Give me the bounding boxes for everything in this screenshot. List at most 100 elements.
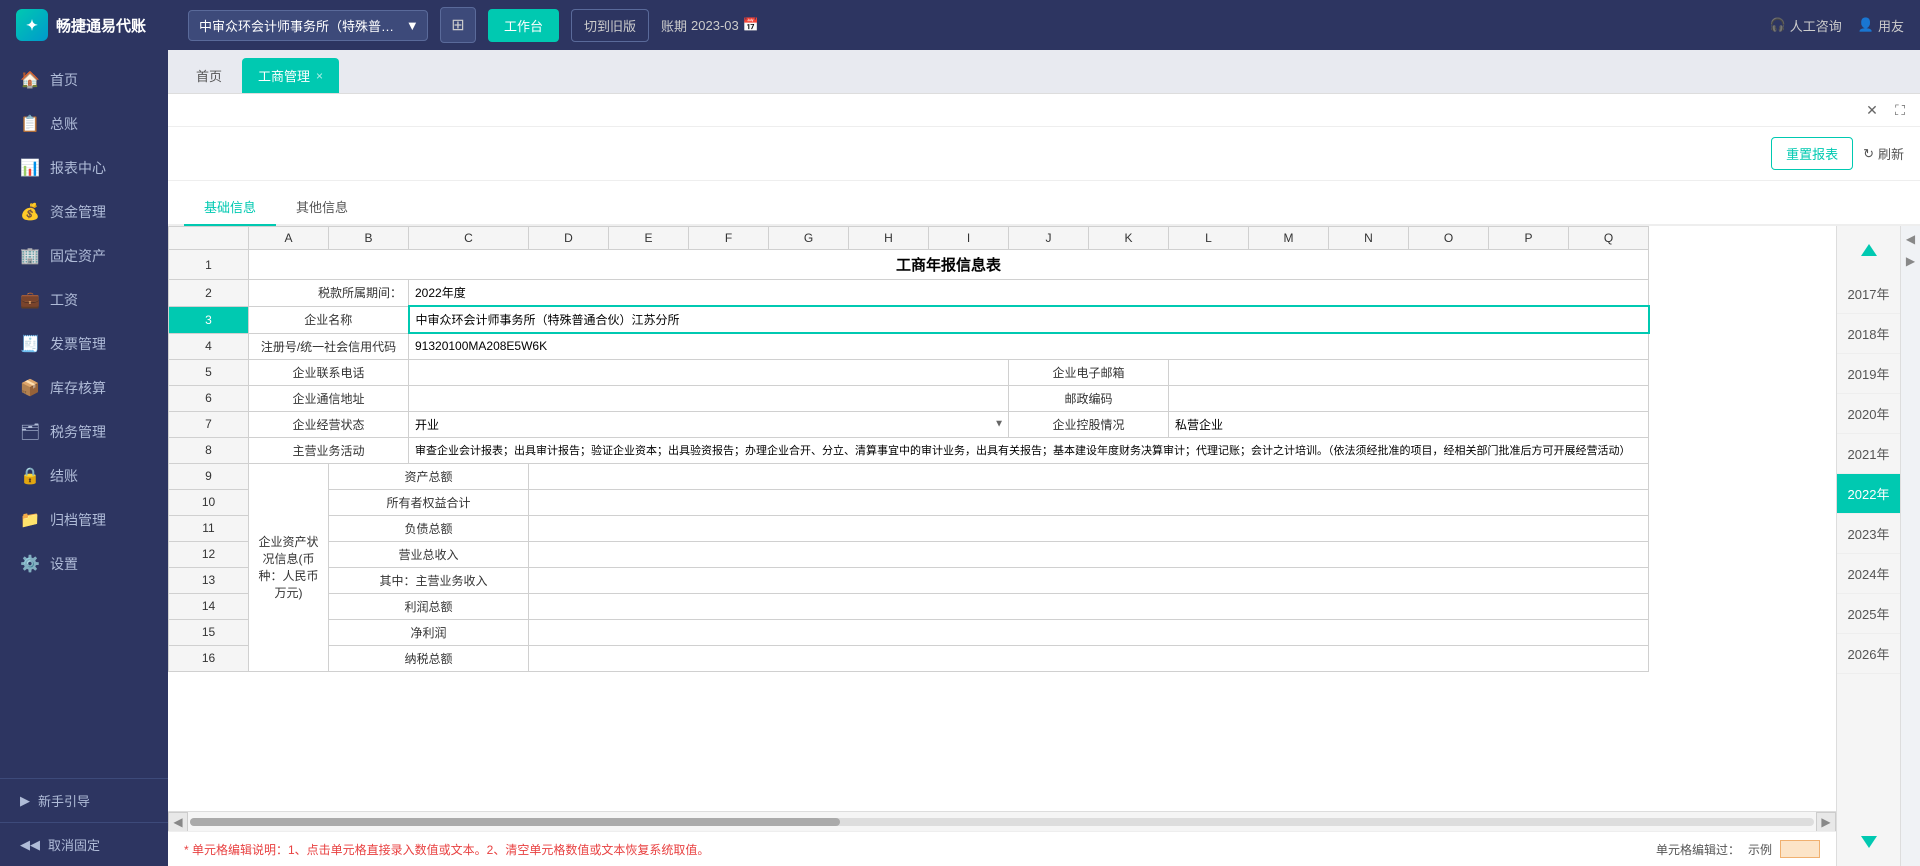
sidebar-item-label-inventory: 库存核算	[50, 378, 106, 398]
col-i: I	[929, 227, 1009, 250]
year-item-2025[interactable]: 2025年	[1837, 594, 1900, 634]
row-num-6: 6	[169, 385, 249, 411]
sidebar-item-salary[interactable]: 💼 工资	[0, 278, 168, 322]
total-liabilities-value[interactable]	[529, 515, 1649, 541]
year-scroll-up-button[interactable]	[1853, 234, 1885, 266]
asset-info-label: 企业资产状况信息(币种：人民币万元)	[249, 463, 329, 671]
email-value[interactable]	[1169, 359, 1649, 385]
scroll-left-button[interactable]: ◀	[168, 812, 188, 832]
invoice-icon: 🧾	[20, 334, 40, 354]
year-item-2020[interactable]: 2020年	[1837, 394, 1900, 434]
year-item-2021[interactable]: 2021年	[1837, 434, 1900, 474]
main-biz-value[interactable]: 审查企业会计报表；出具审计报告；验证企业资本；出具验资报告；办理企业合开、分立、…	[409, 437, 1649, 463]
year-item-2024[interactable]: 2024年	[1837, 554, 1900, 594]
address-value[interactable]	[409, 385, 1009, 411]
sidebar-item-finance[interactable]: 💰 资金管理	[0, 190, 168, 234]
sidebar-item-ledger[interactable]: 📋 总账	[0, 102, 168, 146]
year-item-2022[interactable]: 2022年	[1837, 474, 1900, 514]
sidebar-item-inventory[interactable]: 📦 库存核算	[0, 366, 168, 410]
user-menu[interactable]: 👤 用友	[1858, 16, 1904, 35]
scroll-track[interactable]	[190, 818, 1814, 826]
total-assets-value[interactable]	[529, 463, 1649, 489]
year-scroll-down-button[interactable]	[1853, 826, 1885, 858]
refresh-button[interactable]: ↻ 刷新	[1863, 144, 1904, 163]
reg-code-value[interactable]: 91320100MA208E5W6K	[409, 333, 1649, 359]
user-label: 用友	[1878, 16, 1904, 35]
sidebar-item-invoice[interactable]: 🧾 发票管理	[0, 322, 168, 366]
collapse-right-button[interactable]: ◀	[1902, 230, 1920, 248]
row-num-2: 2	[169, 280, 249, 307]
sidebar-item-settings[interactable]: ⚙️ 设置	[0, 542, 168, 586]
year-item-2018[interactable]: 2018年	[1837, 314, 1900, 354]
company-icon-button[interactable]: ⊞	[440, 7, 476, 43]
calendar-icon[interactable]: 📅	[743, 17, 759, 33]
sidebar-item-reports[interactable]: 📊 报表中心	[0, 146, 168, 190]
tab-other-info-label: 其他信息	[296, 200, 348, 215]
panel-expand-button[interactable]: ⛶	[1888, 98, 1912, 122]
total-tax-value[interactable]	[529, 645, 1649, 671]
row-num-15: 15	[169, 619, 249, 645]
reports-icon: 📊	[20, 158, 40, 178]
sidebar-item-label-archive: 归档管理	[50, 510, 106, 530]
tab-business[interactable]: 工商管理 ×	[242, 58, 339, 93]
col-q: Q	[1569, 227, 1649, 250]
holding-value[interactable]: 私营企业	[1169, 411, 1649, 437]
sidebar-item-home[interactable]: 🏠 首页	[0, 58, 168, 102]
period-value[interactable]: 2022年度	[409, 280, 1649, 307]
company-selector[interactable]: 中审众环会计师事务所（特殊普通合伙... ▼	[188, 10, 428, 41]
equity-value[interactable]	[529, 489, 1649, 515]
content-area: 首页 工商管理 × ✕ ⛶ 重置报表 ↻ 刷新	[168, 50, 1920, 866]
row-num-12: 12	[169, 541, 249, 567]
address-label: 企业通信地址	[249, 385, 409, 411]
postal-value[interactable]	[1169, 385, 1649, 411]
year-item-2019[interactable]: 2019年	[1837, 354, 1900, 394]
table-row: 16 纳税总额	[169, 645, 1649, 671]
sidebar-item-label-invoice: 发票管理	[50, 334, 106, 354]
sidebar-item-label-tax: 税务管理	[50, 422, 106, 442]
col-c: C	[409, 227, 529, 250]
row-num-16: 16	[169, 645, 249, 671]
main-content-panel: A B C D E F G H I J	[168, 226, 1836, 866]
tab-other-info[interactable]: 其他信息	[276, 189, 368, 226]
sidebar-item-closing[interactable]: 🔒 结账	[0, 454, 168, 498]
col-a: A	[249, 227, 329, 250]
workbench-button[interactable]: 工作台	[488, 9, 559, 42]
net-profit-value[interactable]	[529, 619, 1649, 645]
sidebar-item-label-home: 首页	[50, 70, 78, 90]
table-row: 4 注册号/统一社会信用代码 91320100MA208E5W6K	[169, 333, 1649, 359]
biz-status-value[interactable]: 开业 ▼	[409, 411, 1009, 437]
total-profit-value[interactable]	[529, 593, 1649, 619]
expand-right-button[interactable]: ▶	[1902, 252, 1920, 270]
title-cell[interactable]: 工商年报信息表	[249, 250, 1649, 280]
main-revenue-value[interactable]	[529, 567, 1649, 593]
reset-report-button[interactable]: 重置报表	[1771, 137, 1853, 170]
main-revenue-label: 其中：主营业务收入	[329, 567, 529, 593]
closing-icon: 🔒	[20, 466, 40, 486]
ai-consult[interactable]: 🎧 人工咨询	[1770, 16, 1842, 35]
row-num-11: 11	[169, 515, 249, 541]
sidebar-item-tax[interactable]: 🗂 税务管理	[0, 410, 168, 454]
phone-value[interactable]	[409, 359, 1009, 385]
row-num-9: 9	[169, 463, 249, 489]
tab-home[interactable]: 首页	[180, 58, 238, 93]
old-version-button[interactable]: 切到旧版	[571, 9, 649, 42]
home-icon: 🏠	[20, 70, 40, 90]
archive-icon: 📁	[20, 510, 40, 530]
panel-close-button[interactable]: ✕	[1860, 98, 1884, 122]
sidebar-new-user[interactable]: ▶ 新手引导	[0, 778, 168, 822]
scroll-right-button[interactable]: ▶	[1816, 812, 1836, 832]
headset-icon: 🎧	[1770, 17, 1786, 33]
logo-icon: ✦	[16, 9, 48, 41]
total-revenue-value[interactable]	[529, 541, 1649, 567]
year-item-2026[interactable]: 2026年	[1837, 634, 1900, 674]
tab-basic-info[interactable]: 基础信息	[184, 189, 276, 226]
year-item-2017[interactable]: 2017年	[1837, 274, 1900, 314]
company-name-value[interactable]: 中审众环会计师事务所（特殊普通合伙）江苏分所	[409, 306, 1649, 333]
sidebar-cancel-fix[interactable]: ◀◀ 取消固定	[0, 822, 168, 866]
tab-close-button[interactable]: ×	[316, 69, 323, 83]
sidebar-item-assets[interactable]: 🏢 固定资产	[0, 234, 168, 278]
spreadsheet-container[interactable]: A B C D E F G H I J	[168, 226, 1836, 811]
corner-header	[169, 227, 249, 250]
year-item-2023[interactable]: 2023年	[1837, 514, 1900, 554]
sidebar-item-archive[interactable]: 📁 归档管理	[0, 498, 168, 542]
